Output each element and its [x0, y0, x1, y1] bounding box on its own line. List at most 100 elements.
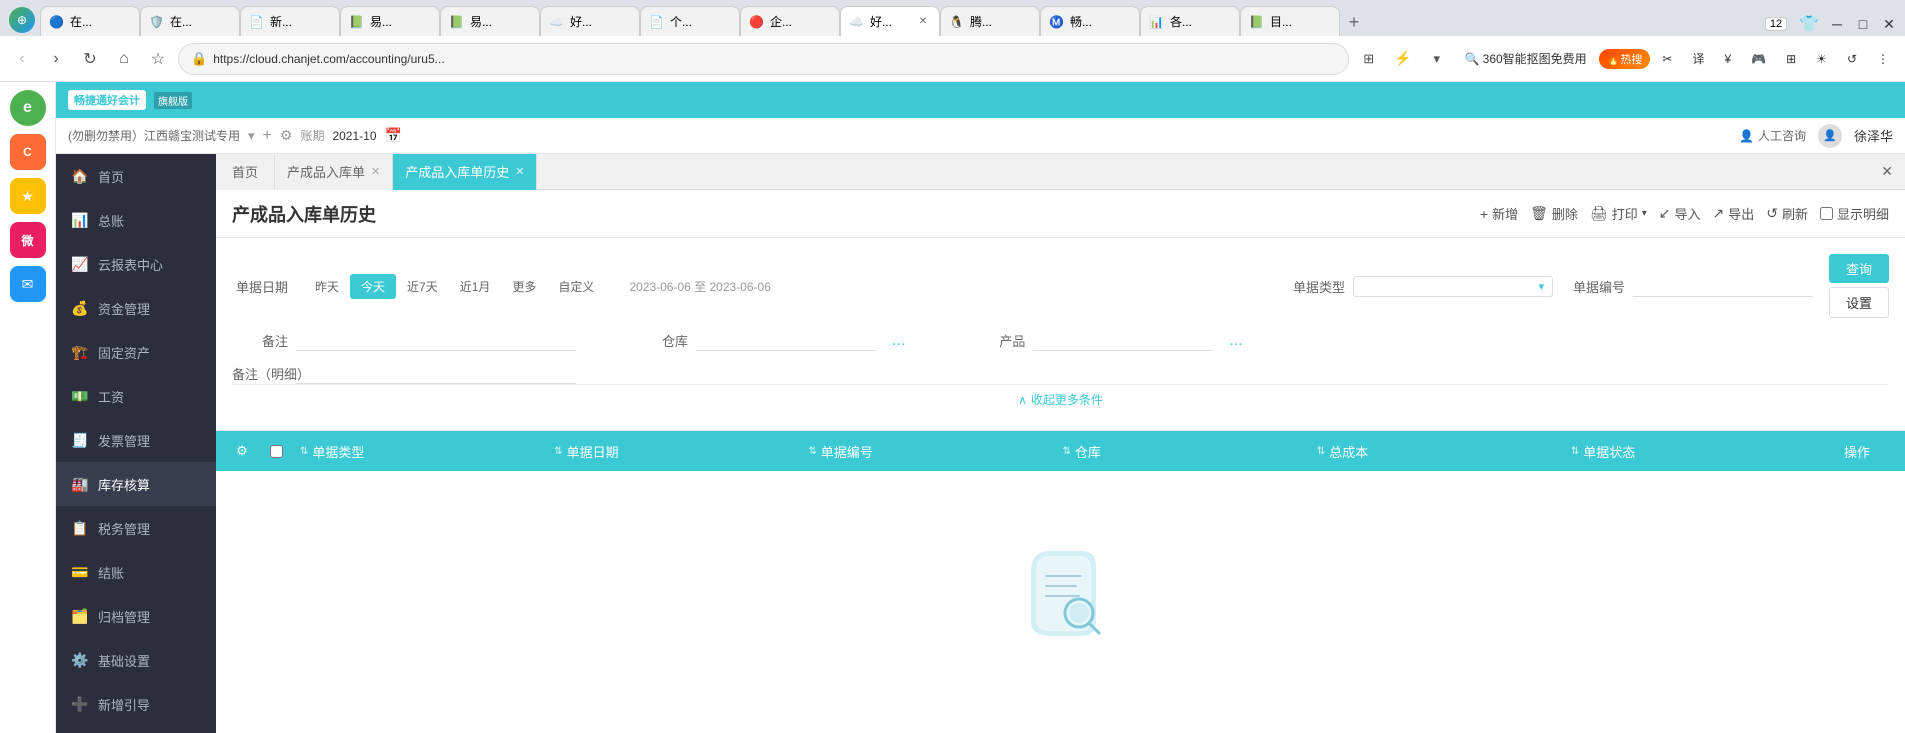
- nav-item-payroll[interactable]: 💵 工资: [56, 374, 216, 418]
- date-tab-custom[interactable]: 自定义: [547, 274, 605, 299]
- date-tab-more[interactable]: 更多: [501, 274, 547, 299]
- lightning-button[interactable]: ⚡: [1389, 45, 1417, 73]
- column-type[interactable]: ⇅ 单据类型: [292, 442, 546, 461]
- tab-item-3[interactable]: 📄 新...: [240, 6, 340, 36]
- tab-item-1[interactable]: 🔵 在...: [40, 6, 140, 36]
- tab-item-10[interactable]: 🐧 腾...: [940, 6, 1040, 36]
- date-tab-1month[interactable]: 近1月: [449, 274, 502, 299]
- translate-button[interactable]: 译: [1684, 46, 1712, 71]
- breadcrumb-home[interactable]: 首页: [216, 154, 275, 190]
- breadcrumb-list-close[interactable]: ✕: [371, 165, 380, 178]
- date-tab-today[interactable]: 今天: [350, 274, 396, 299]
- url-bar[interactable]: 🔒 https://cloud.chanjet.com/accounting/u…: [178, 43, 1349, 75]
- home-button[interactable]: ⌂: [110, 45, 138, 73]
- nav-item-archive[interactable]: 🗂️ 归档管理: [56, 594, 216, 638]
- nav-item-fixed[interactable]: 🏗️ 固定资产: [56, 330, 216, 374]
- grid-button[interactable]: ⊞: [1778, 48, 1804, 70]
- calendar-icon[interactable]: 📅: [385, 127, 402, 144]
- scissors-icon[interactable]: ✂: [1654, 48, 1680, 70]
- maximize-button[interactable]: □: [1851, 12, 1875, 36]
- sidebar-icon-weibo[interactable]: 微: [10, 222, 46, 258]
- nav-item-inventory[interactable]: 🏭 库存核算: [56, 462, 216, 506]
- tab-item-6[interactable]: ☁️ 好...: [540, 6, 640, 36]
- breadcrumb-history-close[interactable]: ✕: [515, 165, 524, 178]
- column-cost[interactable]: ⇅ 总成本: [1309, 442, 1563, 461]
- panel-close-button[interactable]: ✕: [1877, 159, 1897, 184]
- date-tab-7days[interactable]: 近7天: [396, 274, 449, 299]
- product-filter-input[interactable]: [1033, 330, 1213, 351]
- query-button[interactable]: 查询: [1829, 254, 1889, 283]
- dropdown-button[interactable]: ▾: [1423, 45, 1451, 73]
- tab-item-2[interactable]: 🛡️ 在...: [140, 6, 240, 36]
- breadcrumb-history-tab[interactable]: 产成品入库单历史 ✕: [393, 154, 537, 190]
- nav-item-general[interactable]: 📊 总账: [56, 198, 216, 242]
- close-window-button[interactable]: ✕: [1877, 12, 1901, 36]
- column-status[interactable]: ⇅ 单据状态: [1563, 442, 1817, 461]
- note-filter-input[interactable]: [296, 330, 576, 351]
- sidebar-icon-star[interactable]: ★: [10, 178, 46, 214]
- tab-item-13[interactable]: 📗 目...: [1240, 6, 1340, 36]
- extensions-button[interactable]: ⊞: [1355, 45, 1383, 73]
- action-print[interactable]: 🖨 打印 ▾: [1590, 204, 1647, 223]
- column-date[interactable]: ⇅ 单据日期: [546, 442, 800, 461]
- nav-item-invoice[interactable]: 🧾 发票管理: [56, 418, 216, 462]
- add-account-button[interactable]: +: [263, 127, 272, 145]
- action-delete[interactable]: 🗑 删除: [1530, 204, 1578, 223]
- sidebar-icon-mail[interactable]: ✉: [10, 266, 46, 302]
- tab-item-12[interactable]: 📊 各...: [1140, 6, 1240, 36]
- account-dropdown-arrow[interactable]: ▾: [248, 128, 255, 144]
- show-detail-checkbox[interactable]: 显示明细: [1820, 204, 1889, 223]
- refresh2-button[interactable]: ↺: [1839, 48, 1865, 70]
- collapse-button[interactable]: ∧ 收起更多条件: [1018, 391, 1103, 408]
- sidebar-icon-360[interactable]: e: [10, 90, 46, 126]
- warehouse-dots[interactable]: ...: [884, 332, 913, 350]
- nav-item-capital[interactable]: 💰 资金管理: [56, 286, 216, 330]
- settings-button[interactable]: ⋮: [1869, 48, 1897, 70]
- breadcrumb-list-tab[interactable]: 产成品入库单 ✕: [275, 154, 393, 190]
- brightness-button[interactable]: ☀: [1808, 48, 1835, 70]
- yuan-button[interactable]: ¥: [1716, 48, 1739, 70]
- note-detail-filter-input[interactable]: [296, 363, 576, 384]
- tab-item-9[interactable]: ☁️ 好... ✕: [840, 6, 940, 36]
- action-add[interactable]: + 新增: [1480, 204, 1518, 223]
- type-filter-dropdown[interactable]: ▾: [1353, 276, 1553, 297]
- number-filter-input[interactable]: [1633, 276, 1813, 297]
- detail-checkbox-input[interactable]: [1820, 207, 1833, 220]
- column-warehouse[interactable]: ⇅ 仓库: [1055, 442, 1309, 461]
- sidebar-icon-chanjet[interactable]: C: [10, 134, 46, 170]
- bookmark-button[interactable]: ☆: [144, 45, 172, 73]
- user-service[interactable]: 👤 人工咨询: [1739, 127, 1806, 144]
- back-button[interactable]: ‹: [8, 45, 36, 73]
- nav-item-new[interactable]: ➕ 新增引导: [56, 682, 216, 726]
- user-avatar[interactable]: 👤: [1818, 124, 1842, 148]
- settings-icon[interactable]: ⚙: [280, 127, 293, 144]
- nav-item-basic[interactable]: ⚙️ 基础设置: [56, 638, 216, 682]
- minimize-button[interactable]: ─: [1825, 12, 1849, 36]
- action-refresh[interactable]: ↺ 刷新: [1766, 204, 1808, 223]
- settings-button[interactable]: 设置: [1829, 287, 1889, 318]
- nav-item-reports[interactable]: 📈 云报表中心: [56, 242, 216, 286]
- tab-item-8[interactable]: 🔴 企...: [740, 6, 840, 36]
- new-tab-button[interactable]: +: [1340, 8, 1368, 36]
- tab-item-5[interactable]: 📗 易...: [440, 6, 540, 36]
- tab-item-11[interactable]: Ⓜ️ 畅...: [1040, 6, 1140, 36]
- warehouse-filter-input[interactable]: [696, 330, 876, 351]
- tab-close-9[interactable]: ✕: [915, 14, 931, 30]
- tab-item-4[interactable]: 📗 易...: [340, 6, 440, 36]
- action-import[interactable]: ↙ 导入: [1659, 204, 1701, 223]
- tab-item-7[interactable]: 📄 个...: [640, 6, 740, 36]
- nav-item-tax[interactable]: 📋 税务管理: [56, 506, 216, 550]
- action-export[interactable]: ↗ 导出: [1712, 204, 1754, 223]
- forward-button[interactable]: ›: [42, 45, 70, 73]
- nav-item-settle[interactable]: 💳 结账: [56, 550, 216, 594]
- product-dots[interactable]: ...: [1221, 332, 1250, 350]
- nav-item-home[interactable]: 🏠 首页: [56, 154, 216, 198]
- game-button[interactable]: 🎮: [1743, 48, 1774, 70]
- column-gear[interactable]: ⚙: [224, 443, 260, 459]
- refresh-button[interactable]: ↻: [76, 45, 104, 73]
- column-checkbox[interactable]: [260, 445, 292, 458]
- hot-search-badge[interactable]: 🔥热搜: [1599, 49, 1651, 69]
- column-number[interactable]: ⇅ 单据编号: [800, 442, 1054, 461]
- select-all-checkbox[interactable]: [270, 445, 283, 458]
- date-tab-yesterday[interactable]: 昨天: [304, 274, 350, 299]
